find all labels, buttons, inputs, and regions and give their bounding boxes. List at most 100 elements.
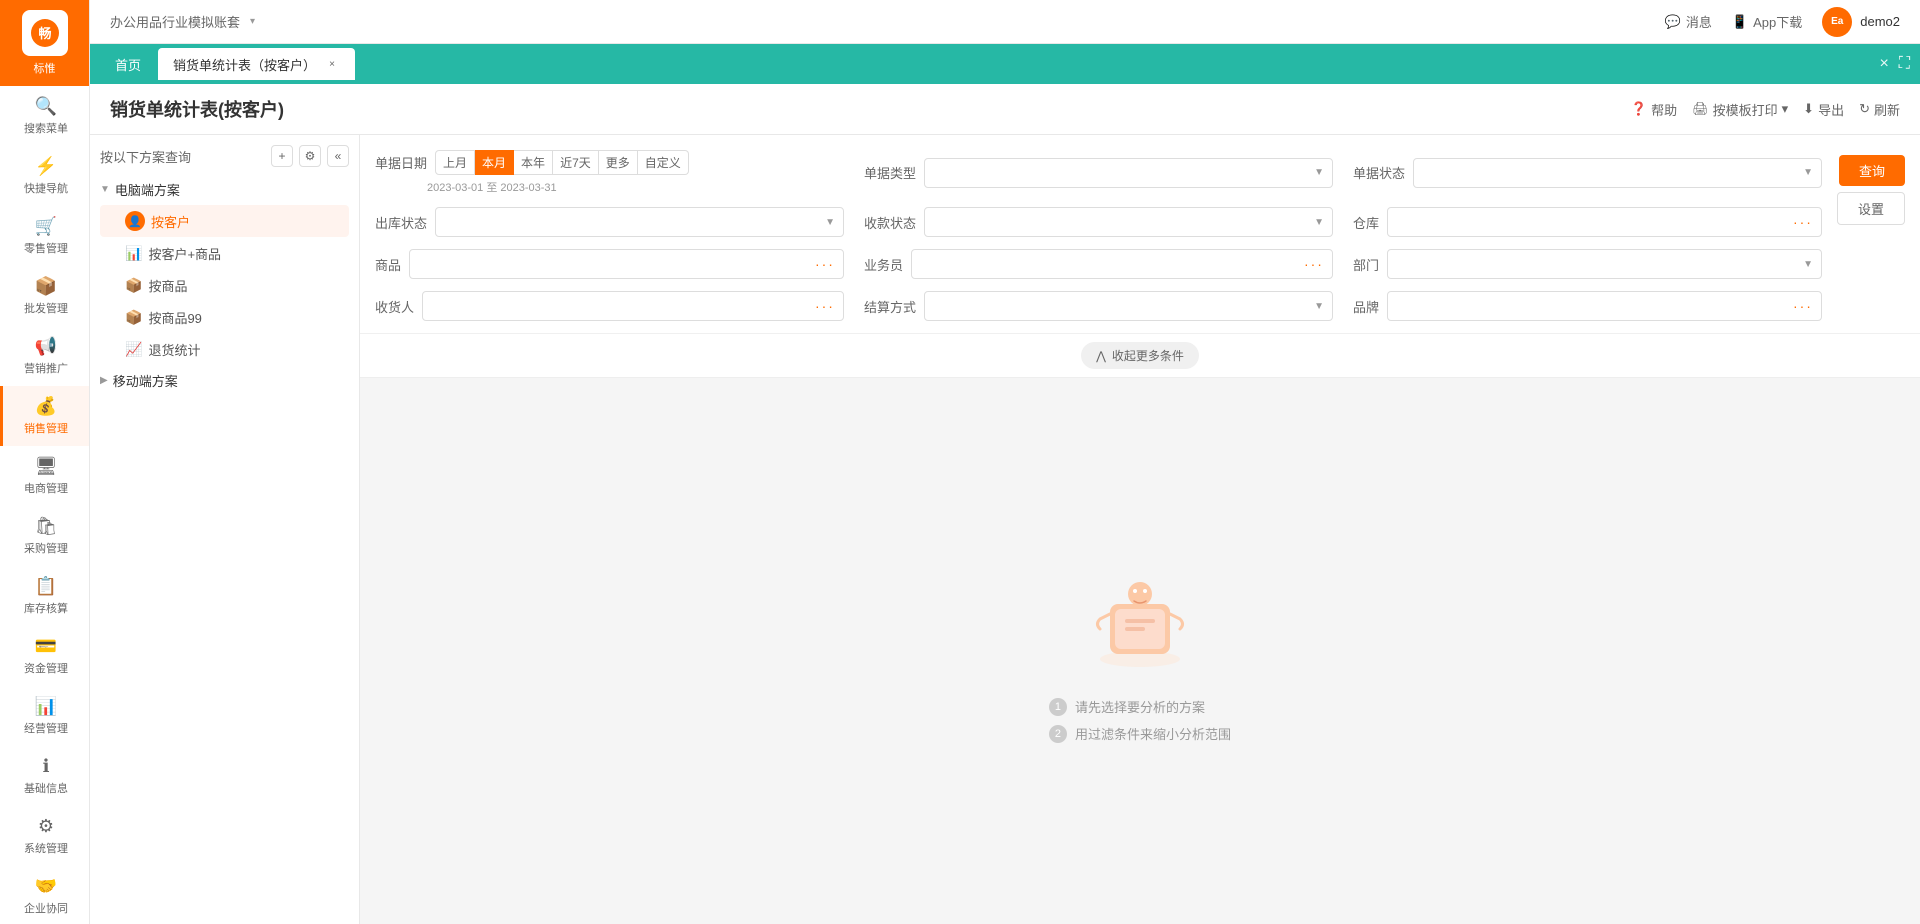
export-button[interactable]: ⬇ 导出 xyxy=(1803,100,1844,119)
goods-select[interactable]: ··· xyxy=(409,249,844,279)
type-select[interactable]: ▼ xyxy=(924,158,1333,188)
main-area: 办公用品行业模拟账套 ▾ 💬 消息 📱 App下载 Ea demo2 首页 xyxy=(90,0,1920,924)
sidebar-item-label: 电商管理 xyxy=(24,480,68,496)
settle-label: 结算方式 xyxy=(864,297,916,316)
sidebar-item-system[interactable]: ⚙ 系统管理 xyxy=(0,806,89,866)
date-tab-7days[interactable]: 近7天 xyxy=(553,150,599,175)
tab-sales-stats[interactable]: 销货单统计表（按客户） × xyxy=(158,48,355,80)
sidebar-item-basic[interactable]: ℹ 基础信息 xyxy=(0,746,89,806)
print-button[interactable]: 🖨 按模板打印 ▾ xyxy=(1692,100,1788,119)
user-area[interactable]: Ea demo2 xyxy=(1822,7,1900,37)
scheme-item-icon: 📊 xyxy=(125,245,142,262)
top-bar: 办公用品行业模拟账套 ▾ 💬 消息 📱 App下载 Ea demo2 xyxy=(90,0,1920,44)
sidebar-item-wholesale[interactable]: 📦 批发管理 xyxy=(0,266,89,326)
query-buttons: 查询 设置 xyxy=(1837,150,1905,333)
scheme-item-returns[interactable]: 📈 退货统计 xyxy=(100,334,349,365)
app-download-button[interactable]: 📱 App下载 xyxy=(1732,12,1802,31)
sidebar-item-label: 库存核算 xyxy=(24,600,68,616)
sidebar-item-ops[interactable]: 📊 经营管理 xyxy=(0,686,89,746)
payment-select[interactable]: ▼ xyxy=(924,207,1333,237)
date-tab-more[interactable]: 更多 xyxy=(599,150,638,175)
filter-row-2: 出库状态 ▼ 收款状态 xyxy=(375,207,1822,237)
message-button[interactable]: 💬 消息 xyxy=(1665,12,1712,31)
filter-area: 单据日期 上月 本月 本年 近7天 更多 自定义 xyxy=(360,135,1920,333)
salesperson-dots-icon: ··· xyxy=(1304,256,1324,272)
sidebar-item-inventory[interactable]: 📋 库存核算 xyxy=(0,566,89,626)
status-label: 单据状态 xyxy=(1353,163,1405,182)
sidebar-item-purchase[interactable]: 🛍 采购管理 xyxy=(0,506,89,566)
warehouse-select[interactable]: ··· xyxy=(1387,207,1822,237)
dept-filter: 部门 ▼ xyxy=(1353,249,1822,279)
settle-select[interactable]: ▼ xyxy=(924,291,1333,321)
date-tab-custom[interactable]: 自定义 xyxy=(638,150,689,175)
salesperson-label: 业务员 xyxy=(864,255,903,274)
tab-close-button[interactable]: × xyxy=(324,56,340,72)
scheme-panel: 按以下方案查询 + ⚙ « ▼ 电脑端方案 👤 按客户 xyxy=(90,135,360,924)
date-tab-last-month[interactable]: 上月 xyxy=(435,150,475,175)
date-tab-this-month[interactable]: 本月 xyxy=(475,150,514,175)
sales-icon: 💰 xyxy=(35,396,57,417)
sidebar-item-search[interactable]: 🔍 搜索菜单 xyxy=(0,86,89,146)
receiver-label: 收货人 xyxy=(375,297,414,316)
receiver-select[interactable]: ··· xyxy=(422,291,844,321)
goods-filter: 商品 ··· xyxy=(375,249,844,279)
ecommerce-icon: 🖥 xyxy=(35,456,58,477)
sidebar-item-marketing[interactable]: 📢 营销推广 xyxy=(0,326,89,386)
outstock-select[interactable]: ▼ xyxy=(435,207,844,237)
scheme-group-desktop: ▼ 电脑端方案 👤 按客户 📊 按客户+商品 📦 按商品 xyxy=(90,175,359,365)
refresh-button[interactable]: ↻ 刷新 xyxy=(1859,100,1900,119)
brand-select[interactable]: ··· xyxy=(1387,291,1822,321)
date-range: 2023-03-01 至 2023-03-31 xyxy=(375,179,844,195)
date-tab-this-year[interactable]: 本年 xyxy=(514,150,553,175)
download-icon: 📱 xyxy=(1732,14,1748,30)
tab-home[interactable]: 首页 xyxy=(100,48,156,80)
print-dropdown-arrow[interactable]: ▾ xyxy=(1782,101,1789,117)
refresh-icon: ↻ xyxy=(1859,101,1870,117)
scheme-add-button[interactable]: + xyxy=(271,145,293,167)
scheme-group-mobile-title[interactable]: ▶ 移动端方案 xyxy=(100,366,349,395)
tab-close-all-button[interactable]: × xyxy=(1879,55,1888,73)
help-button[interactable]: ❓ 帮助 xyxy=(1631,100,1677,119)
page-title: 销货单统计表(按客户) xyxy=(110,96,284,122)
finance-icon: 💳 xyxy=(35,636,57,657)
scheme-item-by-goods99[interactable]: 📦 按商品99 xyxy=(100,302,349,333)
sidebar-item-retail[interactable]: 🛒 零售管理 xyxy=(0,206,89,266)
scheme-settings-button[interactable]: ⚙ xyxy=(299,145,321,167)
tab-expand-button[interactable]: ⛶ xyxy=(1899,55,1910,73)
sidebar-item-sales[interactable]: 💰 销售管理 xyxy=(0,386,89,446)
salesperson-select[interactable]: ··· xyxy=(911,249,1333,279)
sidebar-item-finance[interactable]: 💳 资金管理 xyxy=(0,626,89,686)
scheme-item-by-customer[interactable]: 👤 按客户 xyxy=(100,205,349,237)
warehouse-filter: 仓库 ··· xyxy=(1353,207,1822,237)
empty-state: 1 请先选择要分析的方案 2 用过滤条件来缩小分析范围 xyxy=(1049,559,1231,743)
collapse-button[interactable]: ⋀ 收起更多条件 xyxy=(1081,342,1199,369)
empty-tips: 1 请先选择要分析的方案 2 用过滤条件来缩小分析范围 xyxy=(1049,697,1231,743)
type-label: 单据类型 xyxy=(864,163,916,182)
dept-select[interactable]: ▼ xyxy=(1387,249,1822,279)
sidebar-item-label: 搜索菜单 xyxy=(24,120,68,136)
settings-button[interactable]: 设置 xyxy=(1837,192,1905,225)
tab-home-label: 首页 xyxy=(115,55,141,74)
export-label: 导出 xyxy=(1818,100,1844,119)
tip-2-text: 用过滤条件来缩小分析范围 xyxy=(1075,724,1231,743)
scheme-item-by-goods[interactable]: 📦 按商品 xyxy=(100,270,349,301)
scheme-item-by-customer-goods[interactable]: 📊 按客户+商品 xyxy=(100,238,349,269)
filter-row-4: 收货人 ··· 结算方式 xyxy=(375,291,1822,321)
sidebar-item-label: 采购管理 xyxy=(24,540,68,556)
payment-filter: 收款状态 ▼ xyxy=(864,207,1333,237)
scheme-group-desktop-title[interactable]: ▼ 电脑端方案 xyxy=(100,175,349,204)
export-icon: ⬇ xyxy=(1803,101,1814,117)
sidebar-item-label: 系统管理 xyxy=(24,840,68,856)
status-select[interactable]: ▼ xyxy=(1413,158,1822,188)
message-label: 消息 xyxy=(1686,12,1712,31)
sidebar-item-quick-nav[interactable]: ⚡ 快捷导航 xyxy=(0,146,89,206)
scheme-item-active-indicator: 👤 xyxy=(125,211,145,231)
main-content: 单据日期 上月 本月 本年 近7天 更多 自定义 xyxy=(360,135,1920,924)
sidebar-item-enterprise[interactable]: 🤝 企业协同 xyxy=(0,866,89,924)
query-button[interactable]: 查询 xyxy=(1839,155,1905,186)
scheme-collapse-button[interactable]: « xyxy=(327,145,349,167)
sidebar-item-ecommerce[interactable]: 🖥 电商管理 xyxy=(0,446,89,506)
app-title-dropdown[interactable]: ▾ xyxy=(250,16,255,27)
empty-tip-2: 2 用过滤条件来缩小分析范围 xyxy=(1049,724,1231,743)
basic-icon: ℹ xyxy=(43,756,50,777)
